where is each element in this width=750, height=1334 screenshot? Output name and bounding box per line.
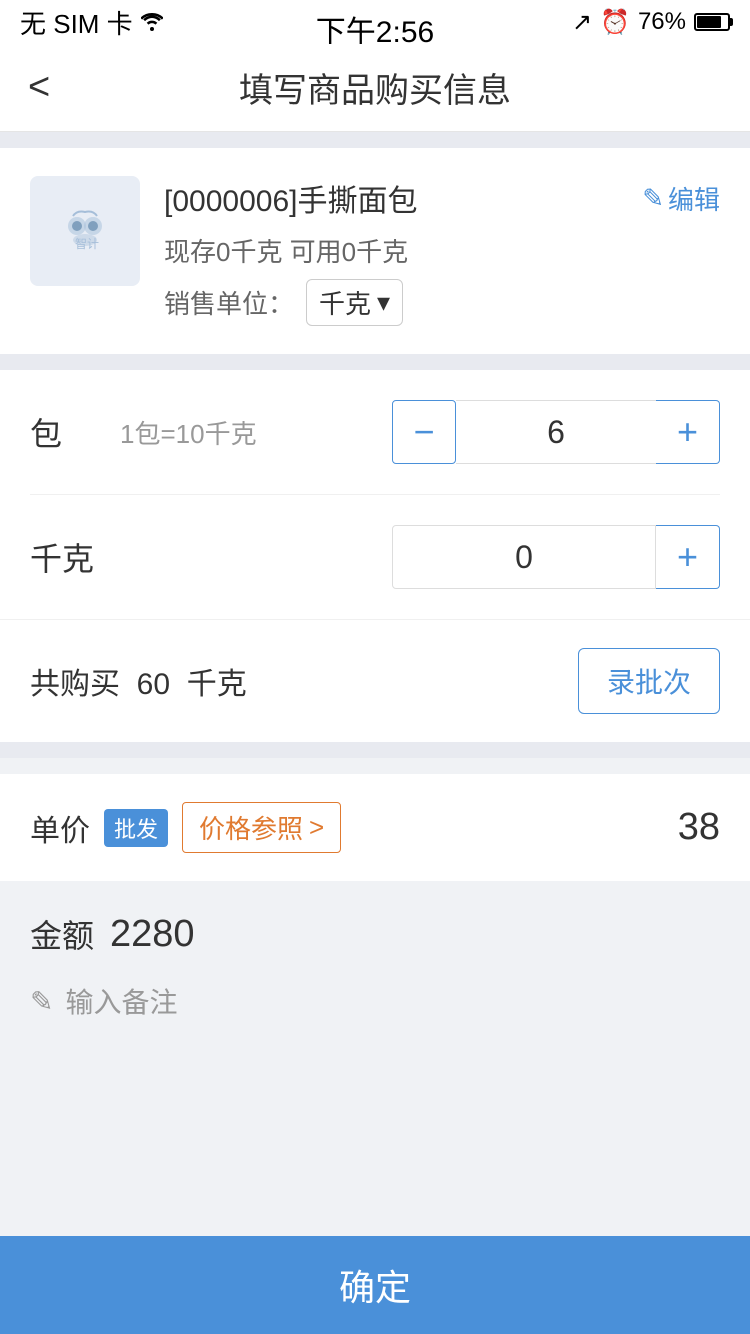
section-divider-2 bbox=[0, 354, 750, 370]
total-text: 共购买 60 千克 bbox=[30, 659, 247, 703]
status-bar: 无 SIM 卡 下午2:56 ↗ ⏰ 76% bbox=[0, 0, 750, 44]
bag-minus-button[interactable]: − bbox=[392, 400, 456, 464]
amount-value: 2280 bbox=[110, 913, 195, 956]
section-divider-3 bbox=[0, 742, 750, 758]
alarm-icon: ⏰ bbox=[600, 8, 630, 37]
svg-text:智计: 智计 bbox=[75, 236, 99, 251]
amount-row: 金额 2280 bbox=[30, 911, 720, 957]
product-logo: 智计 bbox=[55, 202, 115, 261]
edit-icon: ✎ bbox=[642, 183, 664, 214]
product-thumbnail: 智计 bbox=[30, 176, 140, 286]
bottom-spacer bbox=[0, 1081, 750, 1201]
unit-select[interactable]: 千克 ▾ bbox=[306, 279, 403, 326]
battery-icon bbox=[694, 13, 730, 31]
kg-label: 千克 bbox=[30, 534, 392, 580]
price-value: 38 bbox=[678, 806, 720, 849]
amount-section: 金额 2280 ✎ 输入备注 bbox=[0, 881, 750, 1081]
confirm-button[interactable]: 确定 bbox=[0, 1236, 750, 1334]
remark-text: 输入备注 bbox=[65, 981, 177, 1021]
price-tag: 批发 bbox=[104, 809, 168, 847]
unit-dropdown-icon: ▾ bbox=[377, 287, 390, 318]
price-ref-button[interactable]: 价格参照 > bbox=[182, 802, 341, 853]
kg-qty-input[interactable] bbox=[392, 525, 656, 589]
carrier-text: 无 SIM 卡 bbox=[20, 4, 133, 41]
amount-label: 金额 bbox=[30, 911, 94, 957]
bag-plus-button[interactable]: + bbox=[656, 400, 720, 464]
price-ref-label: 价格参照 bbox=[199, 809, 303, 846]
status-right: ↗ ⏰ 76% bbox=[572, 8, 730, 37]
status-left: 无 SIM 卡 bbox=[20, 4, 163, 41]
unit-label: 销售单位： bbox=[164, 284, 294, 321]
kg-qty-row: 千克 + bbox=[30, 495, 720, 619]
remark-row[interactable]: ✎ 输入备注 bbox=[30, 981, 720, 1021]
edit-label: 编辑 bbox=[668, 180, 720, 217]
nav-bar: < 填写商品购买信息 bbox=[0, 44, 750, 132]
price-ref-arrow: > bbox=[309, 812, 324, 843]
product-name: [0000006]手撕面包 bbox=[164, 176, 417, 220]
bag-qty-row: 包 1包=10千克 − + bbox=[30, 370, 720, 495]
bag-hint: 1包=10千克 bbox=[120, 414, 392, 451]
kg-plus-button[interactable]: + bbox=[656, 525, 720, 589]
total-unit: 千克 bbox=[187, 668, 247, 701]
bag-label: 包 bbox=[30, 409, 110, 455]
total-amount: 60 bbox=[137, 668, 170, 701]
battery-percent: 76% bbox=[638, 8, 686, 36]
bag-qty-control: − + bbox=[392, 400, 720, 464]
batch-button[interactable]: 录批次 bbox=[578, 648, 720, 714]
price-section: 单价 批发 价格参照 > 38 bbox=[0, 774, 750, 881]
back-button[interactable]: < bbox=[28, 66, 50, 109]
kg-qty-control: + bbox=[392, 525, 720, 589]
price-label-row: 单价 批发 价格参照 > bbox=[30, 802, 341, 853]
product-stock: 现存0千克 可用0千克 bbox=[164, 232, 720, 269]
edit-button[interactable]: ✎ 编辑 bbox=[642, 180, 720, 217]
page-title: 填写商品购买信息 bbox=[239, 63, 511, 112]
quantity-section: 包 1包=10千克 − + 千克 + bbox=[0, 370, 750, 619]
unit-value: 千克 bbox=[319, 284, 371, 321]
bag-qty-input[interactable] bbox=[456, 400, 656, 464]
product-info: [0000006]手撕面包 ✎ 编辑 现存0千克 可用0千克 销售单位： 千克 … bbox=[164, 176, 720, 326]
price-label: 单价 bbox=[30, 806, 90, 850]
product-card: 智计 [0000006]手撕面包 ✎ 编辑 现存0千克 可用0千克 销售单位： … bbox=[0, 148, 750, 354]
wifi-icon bbox=[141, 7, 163, 38]
section-divider-1 bbox=[0, 132, 750, 148]
total-section: 共购买 60 千克 录批次 bbox=[0, 619, 750, 742]
location-icon: ↗ bbox=[572, 8, 592, 37]
remark-icon: ✎ bbox=[30, 985, 53, 1018]
product-unit-row: 销售单位： 千克 ▾ bbox=[164, 279, 720, 326]
total-label: 共购买 bbox=[30, 668, 120, 701]
